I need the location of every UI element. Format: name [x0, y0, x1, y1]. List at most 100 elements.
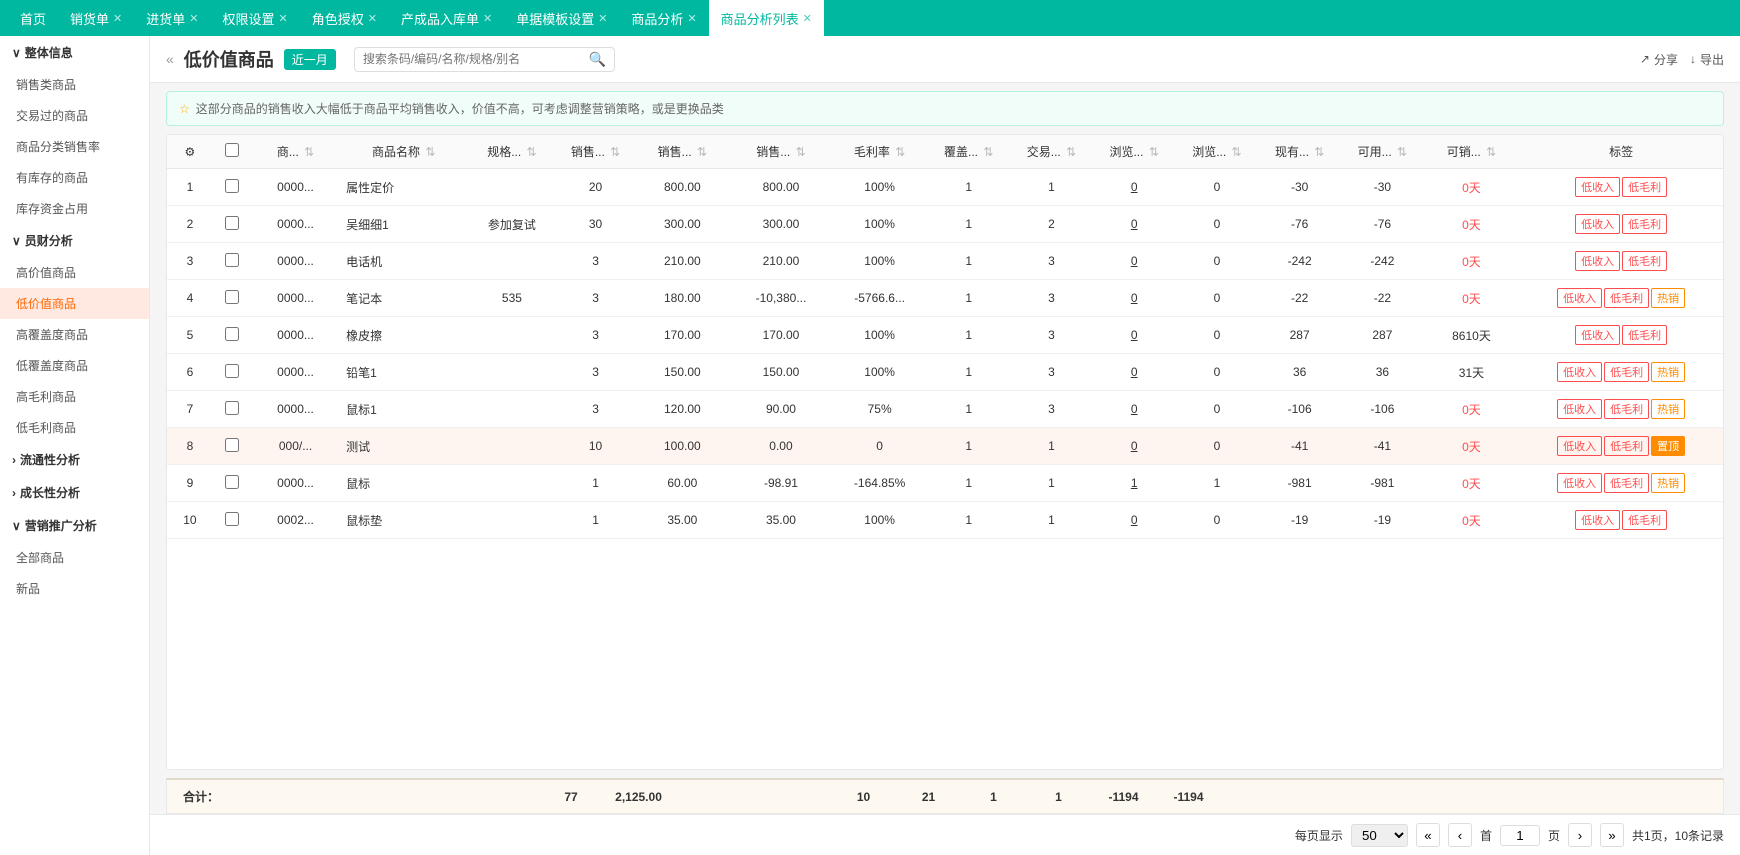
export-button[interactable]: ↓ 导出 — [1690, 51, 1724, 68]
close-icon[interactable]: ✕ — [687, 12, 696, 25]
row-checkbox[interactable] — [213, 465, 251, 502]
row-checkbox[interactable] — [213, 206, 251, 243]
close-icon[interactable]: ✕ — [368, 12, 377, 25]
nav-item-purchase[interactable]: 进货单 ✕ — [134, 0, 210, 36]
collapse-button[interactable]: « — [166, 51, 174, 67]
sellable-col-header[interactable]: 可销... ⇅ — [1424, 135, 1519, 169]
prev-page-button[interactable]: ‹ — [1448, 823, 1472, 847]
spec-col-header[interactable]: 规格... ⇅ — [467, 135, 556, 169]
row-views1[interactable]: 0 — [1093, 280, 1176, 317]
row-checkbox[interactable] — [213, 169, 251, 206]
nav-item-inbound[interactable]: 产成品入库单 ✕ — [389, 0, 504, 36]
row-checkbox[interactable] — [213, 502, 251, 539]
nav-item-roles[interactable]: 角色授权 ✕ — [300, 0, 389, 36]
coverage-col-header[interactable]: 覆盖... ⇅ — [927, 135, 1010, 169]
sidebar-group-title-liquidity[interactable]: › 流通性分析 — [0, 443, 149, 476]
views-link[interactable]: 0 — [1131, 217, 1138, 231]
row-checkbox[interactable] — [213, 280, 251, 317]
row-views1[interactable]: 0 — [1093, 502, 1176, 539]
row-sales-price: 800.00 — [635, 169, 730, 206]
row-checkbox[interactable] — [213, 428, 251, 465]
views-link[interactable]: 0 — [1131, 439, 1138, 453]
row-sales-qty: 20 — [556, 169, 634, 206]
sidebar-item-low-value[interactable]: 低价值商品 — [0, 288, 149, 319]
page-size-select[interactable]: 50 100 200 — [1351, 824, 1408, 847]
next-page-button[interactable]: › — [1568, 823, 1592, 847]
row-views1[interactable]: 0 — [1093, 428, 1176, 465]
close-icon[interactable]: ✕ — [113, 12, 122, 25]
row-views1[interactable]: 0 — [1093, 391, 1176, 428]
search-input[interactable] — [363, 52, 583, 66]
available-col-header[interactable]: 可用... ⇅ — [1341, 135, 1424, 169]
views-link[interactable]: 0 — [1131, 291, 1138, 305]
row-views1[interactable]: 0 — [1093, 169, 1176, 206]
close-icon[interactable]: ✕ — [598, 12, 607, 25]
sidebar-item-low-margin[interactable]: 低毛利商品 — [0, 412, 149, 443]
tag-badge: 置顶 — [1651, 436, 1685, 456]
name-col-header[interactable]: 商品名称 ⇅ — [340, 135, 467, 169]
row-views1[interactable]: 1 — [1093, 465, 1176, 502]
select-all-checkbox[interactable] — [225, 143, 239, 157]
sidebar-item-capital[interactable]: 库存资金占用 — [0, 193, 149, 224]
close-icon[interactable]: ✕ — [189, 12, 198, 25]
views2-col-header[interactable]: 浏览... ⇅ — [1176, 135, 1259, 169]
sidebar-item-low-coverage[interactable]: 低覆盖度商品 — [0, 350, 149, 381]
footer-stock: -1194 — [1091, 790, 1156, 804]
stock-col-header[interactable]: 现有... ⇅ — [1258, 135, 1341, 169]
views-link[interactable]: 1 — [1131, 476, 1138, 490]
sidebar-item-high-coverage[interactable]: 高覆盖度商品 — [0, 319, 149, 350]
row-views1[interactable]: 0 — [1093, 206, 1176, 243]
sidebar-item-high-margin[interactable]: 高毛利商品 — [0, 381, 149, 412]
sidebar-item-stock-goods[interactable]: 有库存的商品 — [0, 162, 149, 193]
nav-item-home[interactable]: 首页 — [8, 0, 58, 36]
row-checkbox[interactable] — [213, 391, 251, 428]
views-link[interactable]: 0 — [1131, 254, 1138, 268]
views-link[interactable]: 0 — [1131, 328, 1138, 342]
sidebar-item-new-goods[interactable]: 新品 — [0, 573, 149, 604]
sidebar-group-title-growth[interactable]: › 成长性分析 — [0, 476, 149, 509]
share-button[interactable]: ↗ 分享 — [1640, 51, 1678, 68]
views1-col-header[interactable]: 浏览... ⇅ — [1093, 135, 1176, 169]
sales-qty-col-header[interactable]: 销售... ⇅ — [556, 135, 634, 169]
sidebar-item-high-value[interactable]: 高价值商品 — [0, 257, 149, 288]
row-views1[interactable]: 0 — [1093, 354, 1176, 391]
code-col-header[interactable]: 商... ⇅ — [251, 135, 340, 169]
page-input[interactable] — [1500, 825, 1540, 846]
time-filter-badge[interactable]: 近一月 — [284, 49, 336, 70]
sales-amount-col-header[interactable]: 销售... ⇅ — [730, 135, 832, 169]
trade-col-header[interactable]: 交易... ⇅ — [1010, 135, 1093, 169]
nav-item-permissions[interactable]: 权限设置 ✕ — [210, 0, 299, 36]
nav-item-analysis-list[interactable]: 商品分析列表 ✕ — [709, 0, 824, 36]
close-icon[interactable]: ✕ — [279, 12, 288, 25]
sidebar-item-sales-goods[interactable]: 销售类商品 — [0, 69, 149, 100]
sidebar-item-traded-goods[interactable]: 交易过的商品 — [0, 100, 149, 131]
row-views1[interactable]: 0 — [1093, 317, 1176, 354]
sales-price-col-header[interactable]: 销售... ⇅ — [635, 135, 730, 169]
row-checkbox[interactable] — [213, 243, 251, 280]
search-icon[interactable]: 🔍 — [589, 51, 606, 68]
gear-icon[interactable]: ⚙ — [185, 145, 196, 159]
table-container[interactable]: ⚙ 商... ⇅ 商品名称 ⇅ 规格... ⇅ 销售... ⇅ 销售... ⇅ … — [166, 134, 1724, 770]
views-link[interactable]: 0 — [1131, 513, 1138, 527]
row-checkbox[interactable] — [213, 354, 251, 391]
margin-col-header[interactable]: 毛利率 ⇅ — [832, 135, 927, 169]
first-page-button[interactable]: « — [1416, 823, 1440, 847]
sidebar-group-title-marketing[interactable]: ∨ 营销推广分析 — [0, 509, 149, 542]
nav-item-templates[interactable]: 单据模板设置 ✕ — [504, 0, 619, 36]
sidebar-item-all-goods[interactable]: 全部商品 — [0, 542, 149, 573]
nav-item-product-analysis[interactable]: 商品分析 ✕ — [619, 0, 708, 36]
sidebar-group-title-overall[interactable]: ∨ 整体信息 — [0, 36, 149, 69]
gear-col-header[interactable]: ⚙ — [167, 135, 213, 169]
views-link[interactable]: 0 — [1131, 180, 1138, 194]
checkbox-col-header[interactable] — [213, 135, 251, 169]
close-icon[interactable]: ✕ — [483, 12, 492, 25]
nav-item-sales[interactable]: 销货单 ✕ — [58, 0, 134, 36]
row-checkbox[interactable] — [213, 317, 251, 354]
views-link[interactable]: 0 — [1131, 365, 1138, 379]
row-views1[interactable]: 0 — [1093, 243, 1176, 280]
sidebar-item-category-sales[interactable]: 商品分类销售率 — [0, 131, 149, 162]
sidebar-group-title-finance[interactable]: ∨ 员财分析 — [0, 224, 149, 257]
views-link[interactable]: 0 — [1131, 402, 1138, 416]
close-icon[interactable]: ✕ — [803, 12, 812, 25]
last-page-button[interactable]: » — [1600, 823, 1624, 847]
